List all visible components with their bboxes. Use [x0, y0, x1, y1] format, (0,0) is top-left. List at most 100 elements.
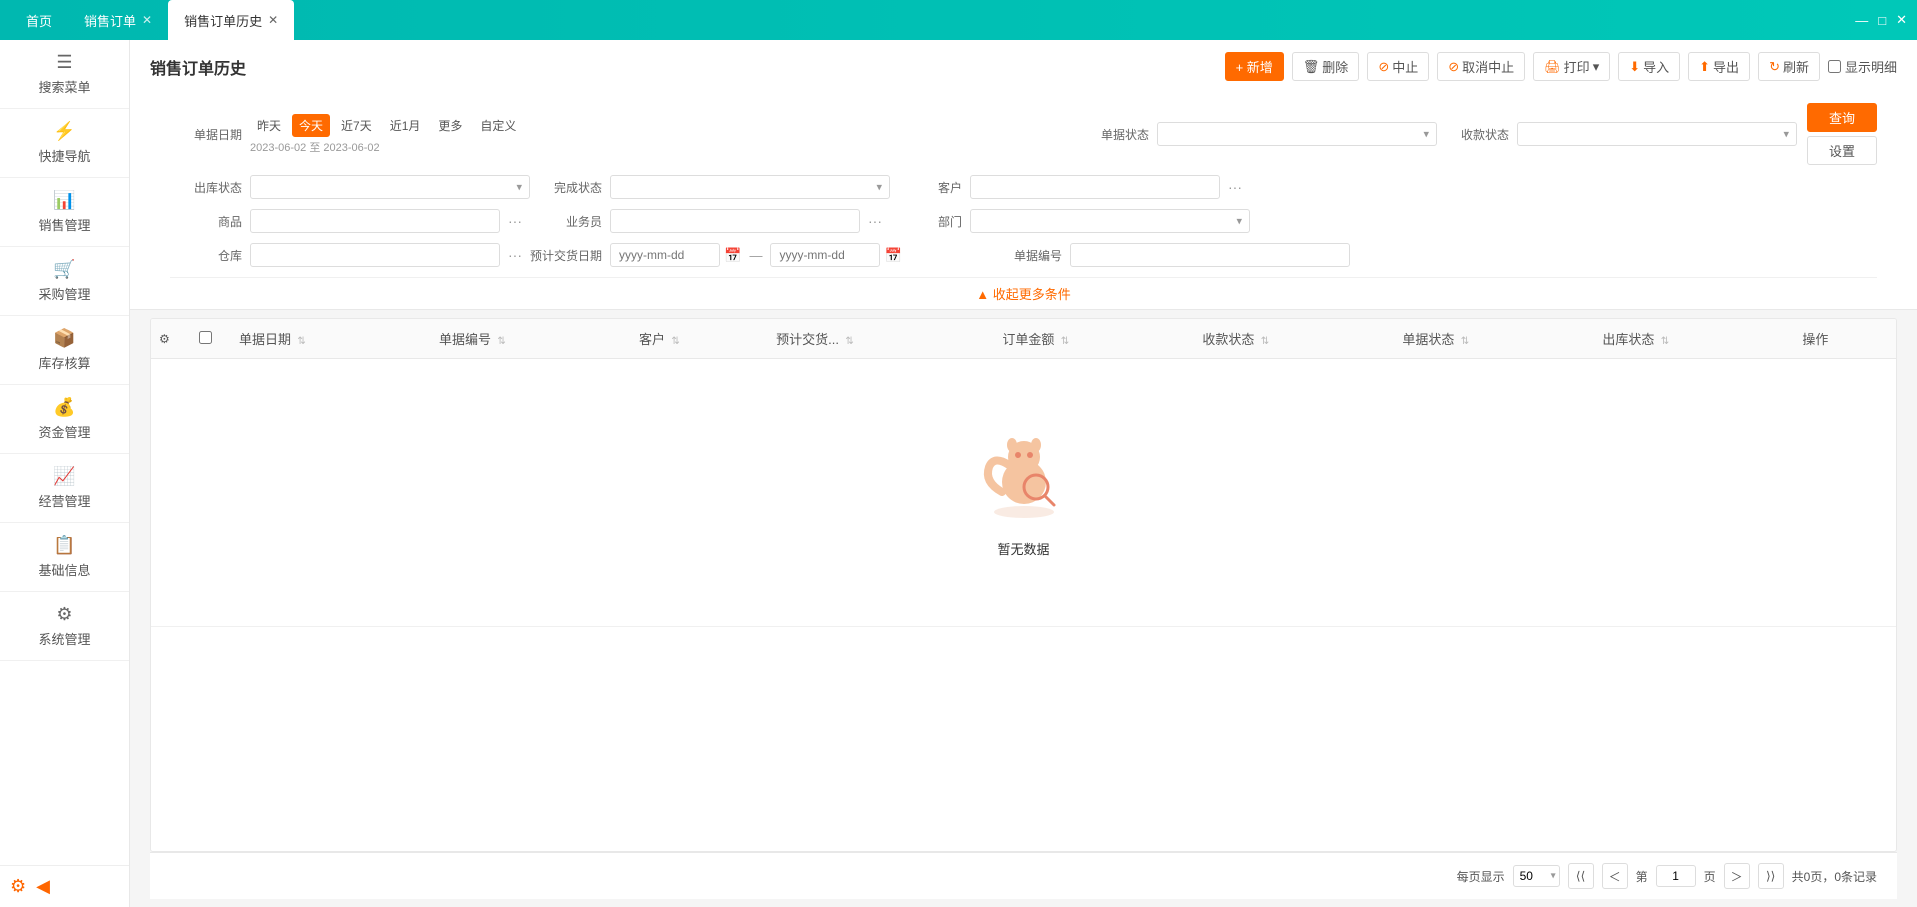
calendar-to-icon[interactable]: 📅 — [884, 247, 901, 264]
sidebar-item-purchase[interactable]: 🛒 采购管理 — [0, 247, 129, 316]
sidebar-item-finance[interactable]: 💰 资金管理 — [0, 385, 129, 454]
window-close-btn[interactable]: ✕ — [1896, 12, 1907, 28]
sort-payment-status-icon[interactable]: ⇅ — [1261, 336, 1269, 347]
order-number-input[interactable] — [1070, 243, 1350, 267]
calendar-from-icon[interactable]: 📅 — [724, 247, 741, 264]
date-tag-today[interactable]: 今天 — [292, 114, 330, 137]
collapse-row[interactable]: ▲ 收起更多条件 — [170, 277, 1877, 309]
inventory-icon: 📦 — [53, 328, 75, 349]
date-filter-label: 单据日期 — [170, 126, 250, 143]
col-number: 单据编号 ⇅ — [431, 319, 631, 359]
salesperson-label: 业务员 — [530, 213, 610, 230]
col-action-label: 操作 — [1802, 332, 1828, 347]
warehouse-dots-btn[interactable]: ··· — [500, 243, 530, 267]
window-max-btn[interactable]: □ — [1878, 13, 1886, 28]
content-area: 销售订单历史 + 新增 🗑 删除 ⊘ 中止 ⊘ 取消中止 — [130, 40, 1917, 907]
sidebar-item-inventory-label: 库存核算 — [38, 353, 90, 372]
sort-outbound-status-icon[interactable]: ⇅ — [1661, 336, 1669, 347]
date-filter-col: 昨天 今天 近7天 近1月 更多 自定义 2023-06-02 至 2023-0… — [250, 114, 1077, 155]
query-button-label: 查询 — [1829, 108, 1855, 127]
print-button[interactable]: 🖨 打印 ▾ — [1533, 52, 1610, 81]
salesperson-dots-btn[interactable]: ··· — [860, 209, 890, 233]
show-detail-checkbox[interactable] — [1828, 60, 1841, 73]
tab-sales-order-history-close[interactable]: ✕ — [268, 13, 278, 27]
tab-sales-order[interactable]: 销售订单 ✕ — [68, 0, 168, 40]
order-status-select-wrapper — [1157, 122, 1437, 146]
tab-sales-order-history[interactable]: 销售订单历史 ✕ — [168, 0, 294, 40]
col-delivery: 预计交货... ⇅ — [768, 319, 994, 359]
import-button[interactable]: ⬇ 导入 — [1618, 52, 1680, 81]
sidebar-item-system[interactable]: ⚙ 系统管理 — [0, 592, 129, 661]
tab-sales-order-close[interactable]: ✕ — [142, 13, 152, 27]
sidebar-item-inventory[interactable]: 📦 库存核算 — [0, 316, 129, 385]
date-from-input[interactable] — [610, 243, 720, 267]
sidebar-item-basic-info[interactable]: 📋 基础信息 — [0, 523, 129, 592]
sort-date-icon[interactable]: ⇅ — [297, 336, 305, 347]
outbound-status-select[interactable] — [250, 175, 530, 199]
delete-button[interactable]: 🗑 删除 — [1292, 52, 1360, 81]
prev-page-btn[interactable]: ＜ — [1602, 863, 1628, 889]
complete-status-select[interactable] — [610, 175, 890, 199]
show-detail-checkbox-label[interactable]: 显示明细 — [1828, 57, 1897, 76]
date-tag-7days[interactable]: 近7天 — [334, 114, 379, 137]
payment-status-select[interactable] — [1517, 122, 1797, 146]
col-outbound-status: 出库状态 ⇅ — [1594, 319, 1794, 359]
col-outbound-status-label: 出库状态 — [1602, 332, 1654, 347]
sidebar-item-sales[interactable]: 📊 销售管理 — [0, 178, 129, 247]
sidebar-item-quick-nav[interactable]: ⚡ 快捷导航 — [0, 109, 129, 178]
search-menu-icon: ☰ — [56, 52, 72, 73]
cancel-stop-button[interactable]: ⊘ 取消中止 — [1437, 52, 1525, 81]
product-input[interactable] — [250, 209, 500, 233]
product-dots-btn[interactable]: ··· — [500, 209, 530, 233]
customer-dots-btn[interactable]: ··· — [1220, 175, 1250, 199]
customer-col: ··· — [970, 175, 1250, 199]
department-select[interactable] — [970, 209, 1250, 233]
date-tag-1month[interactable]: 近1月 — [383, 114, 428, 137]
date-tag-more[interactable]: 更多 — [431, 114, 469, 137]
col-date: 单据日期 ⇅ — [231, 319, 431, 359]
order-status-label: 单据状态 — [1077, 126, 1157, 143]
sidebar-item-search[interactable]: ☰ 搜索菜单 — [0, 40, 129, 109]
empty-state-cell: 暂无数据 — [151, 359, 1896, 627]
sort-customer-icon[interactable]: ⇅ — [671, 336, 679, 347]
sort-delivery-icon[interactable]: ⇅ — [845, 336, 853, 347]
date-col: 昨天 今天 近7天 近1月 更多 自定义 2023-06-02 至 2023-0… — [250, 114, 523, 155]
order-status-select[interactable] — [1157, 122, 1437, 146]
page-number-input[interactable] — [1656, 865, 1696, 887]
window-min-btn[interactable]: — — [1855, 13, 1868, 28]
sidebar-item-operation[interactable]: 📈 经营管理 — [0, 454, 129, 523]
table-head: ⚙ 单据日期 ⇅ 单据编号 ⇅ 客户 ⇅ — [151, 319, 1896, 359]
salesperson-input[interactable] — [610, 209, 860, 233]
sidebar-settings-icon[interactable]: ⚙ — [10, 876, 26, 897]
sort-number-icon[interactable]: ⇅ — [497, 336, 505, 347]
sidebar-collapse-icon[interactable]: ◀ — [36, 876, 50, 897]
stop-button[interactable]: ⊘ 中止 — [1367, 52, 1429, 81]
query-button[interactable]: 查询 — [1807, 103, 1877, 132]
sort-amount-icon[interactable]: ⇅ — [1061, 336, 1069, 347]
per-page-select[interactable]: 20 50 100 — [1513, 865, 1560, 887]
first-page-btn[interactable]: ⟨⟨ — [1568, 863, 1594, 889]
tab-sales-order-label: 销售订单 — [84, 11, 136, 30]
last-page-btn[interactable]: ⟩⟩ — [1758, 863, 1784, 889]
sort-order-status-icon[interactable]: ⇅ — [1461, 336, 1469, 347]
customer-input[interactable] — [970, 175, 1220, 199]
page-title: 销售订单历史 — [150, 55, 246, 79]
export-button[interactable]: ⬆ 导出 — [1688, 52, 1750, 81]
new-button[interactable]: + 新增 — [1225, 52, 1284, 81]
delete-button-label: 删除 — [1322, 57, 1348, 76]
tab-home[interactable]: 首页 — [10, 0, 68, 40]
select-all-checkbox[interactable] — [199, 331, 212, 344]
date-tag-custom[interactable]: 自定义 — [473, 114, 523, 137]
refresh-button[interactable]: ↻ 刷新 — [1758, 52, 1820, 81]
warehouse-input[interactable] — [250, 243, 500, 267]
col-checkbox[interactable] — [191, 319, 231, 359]
date-tag-yesterday[interactable]: 昨天 — [250, 114, 288, 137]
next-page-btn[interactable]: ＞ — [1724, 863, 1750, 889]
col-settings[interactable]: ⚙ — [151, 319, 191, 359]
query-buttons: 查询 设置 — [1807, 103, 1877, 165]
warehouse-col: ··· — [250, 243, 530, 267]
complete-status-col — [610, 175, 890, 199]
date-to-input[interactable] — [770, 243, 880, 267]
order-number-col — [1070, 243, 1350, 267]
setting-button[interactable]: 设置 — [1807, 136, 1877, 165]
